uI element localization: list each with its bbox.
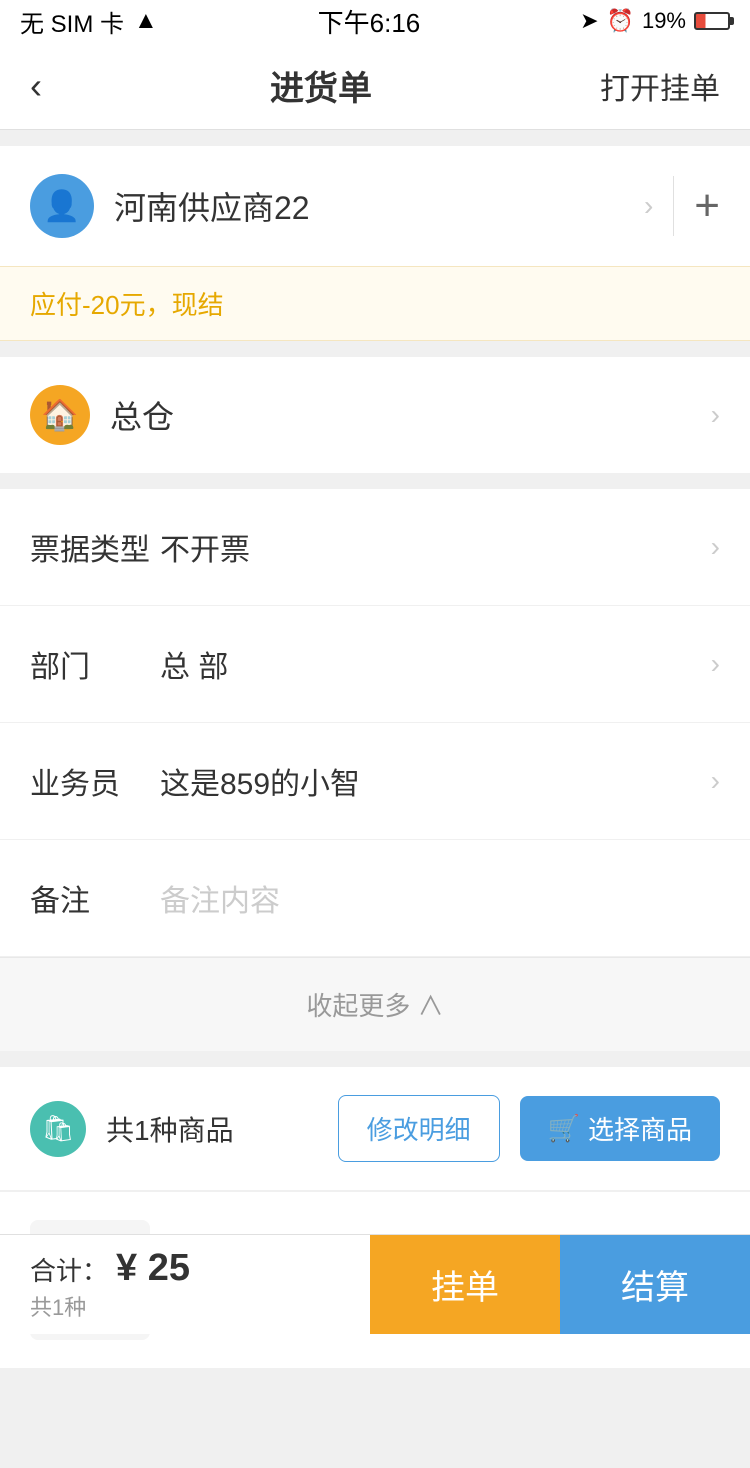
supplier-name: 河南供应商22 — [114, 183, 644, 229]
salesperson-label: 业务员 — [30, 759, 160, 803]
bottom-bar: 合计： ¥ 25 共1种 挂单 结算 — [0, 1234, 750, 1334]
battery-percent: 19% — [642, 8, 686, 34]
wifi-icon: ▲ — [134, 7, 158, 35]
sim-signal-text: 无 SIM 卡 — [20, 4, 124, 39]
status-time: 下午6:16 — [318, 3, 421, 40]
battery-icon — [694, 12, 730, 30]
collapse-toggle[interactable]: 收起更多 ∧ — [0, 957, 750, 1051]
status-left: 无 SIM 卡 ▲ — [20, 4, 158, 39]
avatar-icon: 👤 — [43, 189, 80, 224]
department-chevron-icon: › — [711, 648, 720, 680]
invoice-type-row[interactable]: 票据类型 不开票 › — [0, 489, 750, 606]
select-product-button[interactable]: 🛒 选择商品 — [520, 1096, 720, 1161]
warehouse-row[interactable]: 🏠 总仓 › — [0, 357, 750, 473]
status-right: ➤ ⏰ 19% — [580, 8, 730, 34]
select-product-icon: 🛒 — [548, 1113, 580, 1144]
department-value: 总 部 — [160, 642, 711, 686]
invoice-chevron-icon: › — [711, 531, 720, 563]
open-pending-button[interactable]: 打开挂单 — [600, 64, 720, 108]
salesperson-chevron-icon: › — [711, 765, 720, 797]
invoice-type-value: 不开票 — [160, 525, 711, 569]
total-count: 共1种 — [30, 1290, 340, 1322]
checkout-button[interactable]: 结算 — [560, 1235, 750, 1334]
page-title: 进货单 — [270, 61, 372, 110]
form-card: 票据类型 不开票 › 部门 总 部 › 业务员 这是859的小智 › 备注 备注… — [0, 489, 750, 1051]
edit-detail-button[interactable]: 修改明细 — [338, 1095, 500, 1162]
select-product-label: 选择商品 — [588, 1110, 692, 1147]
warehouse-card[interactable]: 🏠 总仓 › — [0, 357, 750, 473]
product-count-icon: 🛍 — [30, 1101, 86, 1157]
notice-text: 应付-20元，现结 — [30, 290, 224, 320]
supplier-avatar: 👤 — [30, 174, 94, 238]
remark-row[interactable]: 备注 备注内容 — [0, 840, 750, 957]
notice-bar: 应付-20元，现结 — [0, 266, 750, 341]
product-header: 🛍 共1种商品 修改明细 🛒 选择商品 — [0, 1067, 750, 1190]
suspend-button[interactable]: 挂单 — [370, 1235, 560, 1334]
product-count-text: 共1种商品 — [106, 1109, 318, 1149]
salesperson-value: 这是859的小智 — [160, 759, 711, 803]
remark-input[interactable]: 备注内容 — [160, 876, 720, 920]
vertical-divider — [673, 176, 674, 236]
alarm-icon: ⏰ — [607, 8, 634, 34]
back-button[interactable]: ‹ — [30, 65, 42, 107]
warehouse-name: 总仓 — [110, 392, 711, 438]
salesperson-row[interactable]: 业务员 这是859的小智 › — [0, 723, 750, 840]
supplier-card: 👤 河南供应商22 › + 应付-20元，现结 — [0, 146, 750, 341]
warehouse-icon: 🏠 — [30, 385, 90, 445]
supplier-chevron-icon: › — [644, 190, 653, 222]
nav-bar: ‹ 进货单 打开挂单 — [0, 42, 750, 130]
warehouse-chevron-icon: › — [711, 399, 720, 431]
total-line: 合计： ¥ 25 — [30, 1247, 340, 1290]
collapse-label: 收起更多 ∧ — [306, 991, 443, 1021]
supplier-row[interactable]: 👤 河南供应商22 › + — [0, 146, 750, 266]
total-label: 合计： — [30, 1251, 108, 1288]
shopping-bag-icon: 🛍 — [41, 1113, 74, 1144]
invoice-type-label: 票据类型 — [30, 525, 160, 569]
bottom-total: 合计： ¥ 25 共1种 — [0, 1235, 370, 1334]
department-row[interactable]: 部门 总 部 › — [0, 606, 750, 723]
department-label: 部门 — [30, 642, 160, 686]
remark-label: 备注 — [30, 876, 160, 920]
add-button[interactable]: + — [694, 184, 720, 228]
total-amount: ¥ 25 — [116, 1247, 190, 1290]
status-bar: 无 SIM 卡 ▲ 下午6:16 ➤ ⏰ 19% — [0, 0, 750, 42]
location-icon: ➤ — [580, 8, 598, 34]
